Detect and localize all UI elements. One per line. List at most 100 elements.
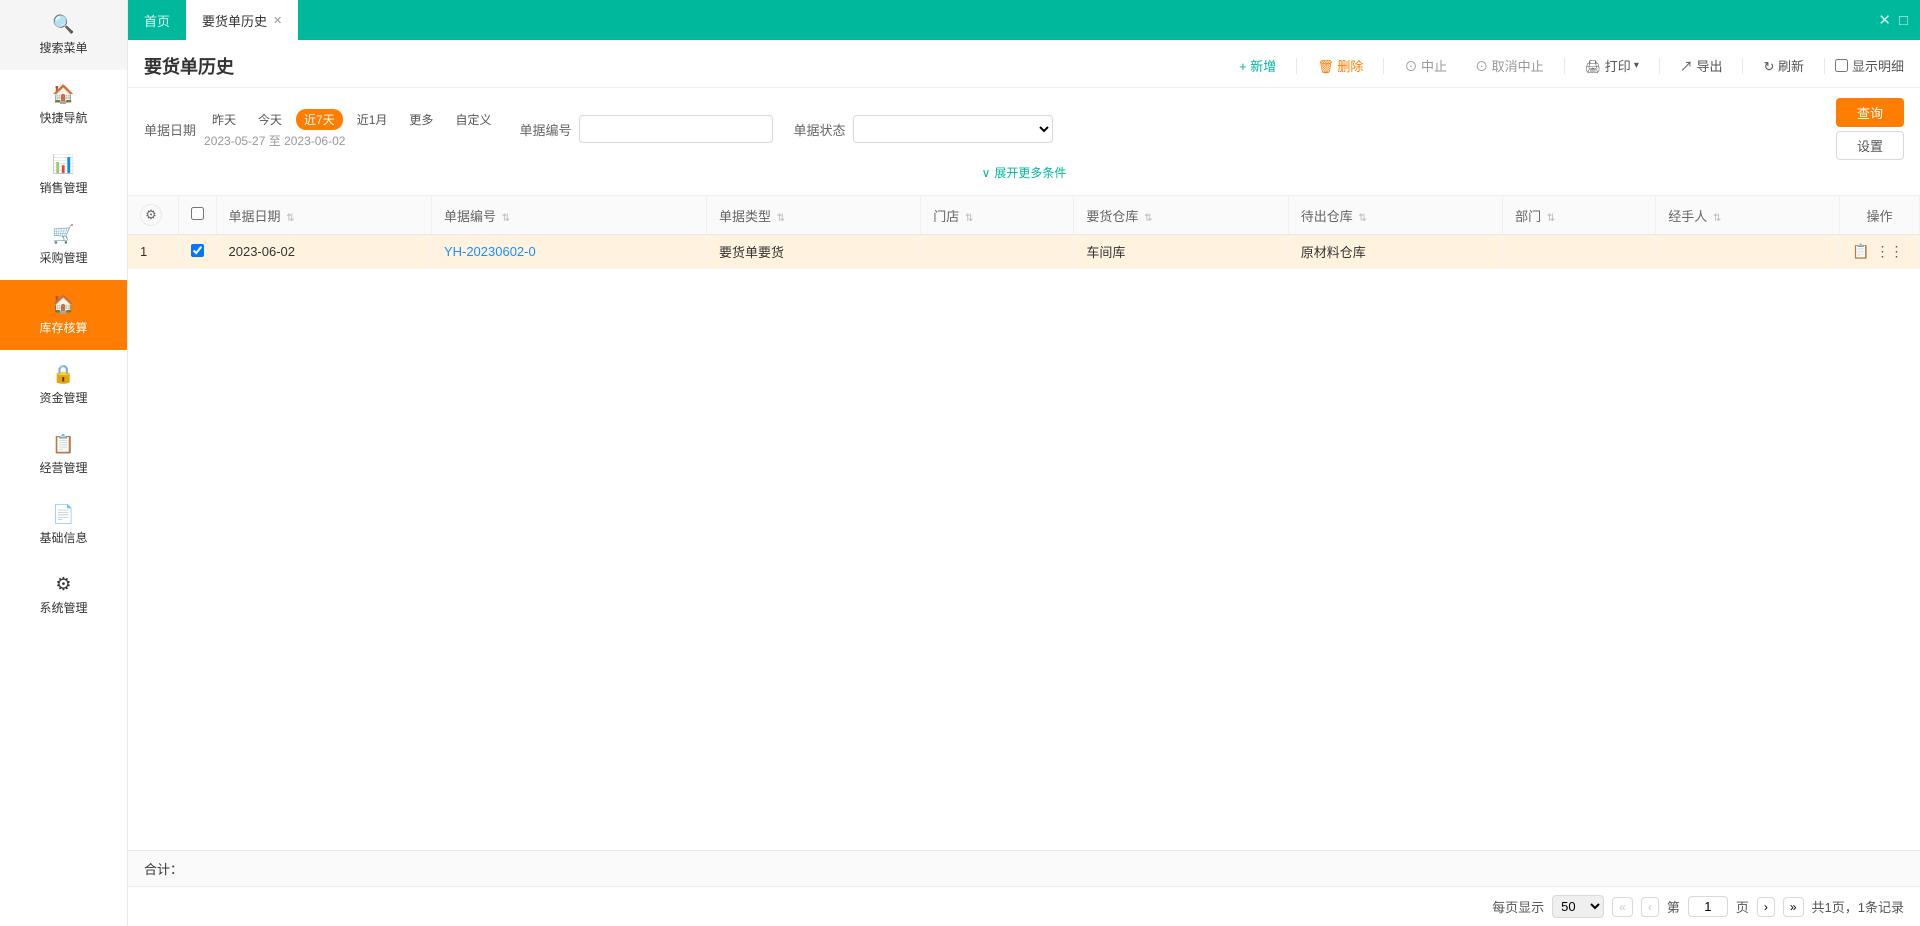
sidebar-item-label: 经营管理 bbox=[39, 459, 87, 476]
filter-actions: 查询 设置 bbox=[1836, 98, 1904, 160]
export-button[interactable]: ↗ 导出 bbox=[1670, 52, 1733, 79]
cancel-stop-button[interactable]: ⊙ 取消中止 bbox=[1465, 52, 1554, 79]
sort-icon[interactable]: ⇅ bbox=[502, 213, 510, 224]
row-actions: 📋 ⋮⋮ bbox=[1840, 235, 1920, 269]
toolbar: + 新增 🗑 删除 ⊙ 中止 ⊙ 取消中止 🖨 打印 ▾ ↗ 导出 ↻ 刷新 bbox=[1229, 52, 1904, 79]
bill-no-input[interactable] bbox=[579, 115, 773, 143]
table-row: 1 2023-06-02 YH-20230602-0 要货单要货 车间库 原材料… bbox=[128, 235, 1920, 269]
sidebar-item-purchase[interactable]: 🛒 采购管理 bbox=[0, 210, 127, 280]
inventory-icon: 🏠 bbox=[52, 294, 74, 315]
sidebar-item-system[interactable]: ⚙ 系统管理 bbox=[0, 560, 127, 630]
quick-nav-icon: 🏠 bbox=[52, 84, 74, 105]
page-size-select[interactable]: 50 20 100 bbox=[1552, 895, 1604, 918]
main-area: 首页 要货单历史 ✕ ✕ □ 要货单历史 + 新增 🗑 删除 ⊙ 中止 ⊙ 取消… bbox=[128, 0, 1920, 926]
date-option-7days[interactable]: 近7天 bbox=[296, 109, 343, 130]
sidebar-item-sales[interactable]: 📊 销售管理 bbox=[0, 140, 127, 210]
purchase-icon: 🛒 bbox=[52, 224, 74, 245]
divider bbox=[1742, 58, 1743, 74]
sidebar-item-label: 快捷导航 bbox=[39, 109, 87, 126]
row-date: 2023-06-02 bbox=[216, 235, 431, 269]
divider bbox=[1659, 58, 1660, 74]
status-label: 单据状态 bbox=[793, 120, 845, 139]
print-button[interactable]: 🖨 打印 ▾ bbox=[1575, 52, 1649, 79]
delete-button[interactable]: 🗑 删除 bbox=[1307, 52, 1373, 79]
col-handler: 经手人 ⇅ bbox=[1656, 196, 1840, 235]
row-checkbox[interactable] bbox=[191, 244, 204, 257]
sort-icon[interactable]: ⇅ bbox=[965, 213, 973, 224]
expand-more[interactable]: ∨ 展开更多条件 bbox=[144, 160, 1904, 185]
tab-requisition-history[interactable]: 要货单历史 ✕ bbox=[186, 0, 298, 40]
bill-no-link[interactable]: YH-20230602-0 bbox=[444, 244, 536, 259]
top-nav-right: ✕ □ bbox=[1878, 11, 1920, 29]
row-bill-no: YH-20230602-0 bbox=[431, 235, 706, 269]
col-dept: 部门 ⇅ bbox=[1503, 196, 1656, 235]
basic-info-icon: 📄 bbox=[52, 504, 74, 525]
page-header: 要货单历史 + 新增 🗑 删除 ⊙ 中止 ⊙ 取消中止 🖨 打印 ▾ ↗ 导出 … bbox=[128, 40, 1920, 88]
top-nav: 首页 要货单历史 ✕ ✕ □ bbox=[128, 0, 1920, 40]
summary-label: 合计： bbox=[144, 859, 183, 878]
filter-bill-no-group: 单据编号 bbox=[519, 115, 773, 143]
divider bbox=[1296, 58, 1297, 74]
sidebar-item-label: 采购管理 bbox=[39, 249, 87, 266]
table-container: ⚙ 单据日期 ⇅ 单据编号 ⇅ bbox=[128, 196, 1920, 850]
select-all-checkbox[interactable] bbox=[191, 207, 204, 220]
row-edit-icon[interactable]: 📋 bbox=[1852, 243, 1869, 260]
sidebar-item-basic-info[interactable]: 📄 基础信息 bbox=[0, 490, 127, 560]
display-detail-checkbox[interactable] bbox=[1835, 59, 1848, 72]
sidebar-item-label: 库存核算 bbox=[39, 319, 87, 336]
sidebar-item-finance[interactable]: 🔒 资金管理 bbox=[0, 350, 127, 420]
col-num: ⚙ bbox=[128, 196, 178, 235]
finance-icon: 🔒 bbox=[52, 364, 74, 385]
sort-icon[interactable]: ⇅ bbox=[777, 213, 785, 224]
next-page-btn[interactable]: › bbox=[1757, 897, 1775, 917]
col-ops: 操作 bbox=[1840, 196, 1920, 235]
first-page-btn[interactable]: « bbox=[1612, 897, 1633, 917]
divider bbox=[1383, 58, 1384, 74]
nav-maximize-btn[interactable]: □ bbox=[1899, 12, 1908, 29]
page-number-input[interactable] bbox=[1688, 896, 1728, 917]
row-more-icon[interactable]: ⋮⋮ bbox=[1875, 243, 1903, 260]
status-select[interactable] bbox=[853, 115, 1053, 143]
sidebar-item-operations[interactable]: 📋 经营管理 bbox=[0, 420, 127, 490]
prev-page-btn[interactable]: ‹ bbox=[1641, 897, 1659, 917]
display-detail-label[interactable]: 显示明细 bbox=[1835, 56, 1904, 75]
row-store bbox=[921, 235, 1074, 269]
tab-home[interactable]: 首页 bbox=[128, 0, 186, 40]
col-date: 单据日期 ⇅ bbox=[216, 196, 431, 235]
settings-button[interactable]: 设置 bbox=[1836, 131, 1904, 160]
date-option-custom[interactable]: 自定义 bbox=[447, 109, 499, 130]
row-pending-warehouse: 原材料仓库 bbox=[1288, 235, 1502, 269]
sort-icon[interactable]: ⇅ bbox=[1547, 213, 1555, 224]
new-button[interactable]: + 新增 bbox=[1229, 52, 1286, 79]
row-req-warehouse: 车间库 bbox=[1074, 235, 1288, 269]
sidebar-item-inventory[interactable]: 🏠 库存核算 bbox=[0, 280, 127, 350]
column-settings-icon[interactable]: ⚙ bbox=[140, 204, 162, 226]
date-option-today[interactable]: 今天 bbox=[250, 109, 290, 130]
sidebar-item-label: 系统管理 bbox=[39, 599, 87, 616]
sort-icon[interactable]: ⇅ bbox=[1713, 213, 1721, 224]
last-page-btn[interactable]: » bbox=[1783, 897, 1804, 917]
sidebar-item-label: 资金管理 bbox=[39, 389, 87, 406]
col-bill-no: 单据编号 ⇅ bbox=[431, 196, 706, 235]
col-store: 门店 ⇅ bbox=[921, 196, 1074, 235]
sort-icon[interactable]: ⇅ bbox=[1144, 213, 1152, 224]
pagination-area: 每页显示 50 20 100 « ‹ 第 页 › » 共1页，1条记录 bbox=[128, 886, 1920, 926]
sort-icon[interactable]: ⇅ bbox=[286, 213, 294, 224]
row-handler bbox=[1656, 235, 1840, 269]
sidebar-item-quick-nav[interactable]: 🏠 快捷导航 bbox=[0, 70, 127, 140]
total-records-label: 共1页，1条记录 bbox=[1812, 897, 1904, 916]
stop-button[interactable]: ⊙ 中止 bbox=[1394, 52, 1457, 79]
query-button[interactable]: 查询 bbox=[1836, 98, 1904, 127]
sidebar: 🔍 搜索菜单 🏠 快捷导航 📊 销售管理 🛒 采购管理 🏠 库存核算 🔒 资金管… bbox=[0, 0, 128, 926]
search-menu-icon: 🔍 bbox=[52, 14, 74, 35]
date-option-more[interactable]: 更多 bbox=[401, 109, 441, 130]
sort-icon[interactable]: ⇅ bbox=[1358, 213, 1366, 224]
table-footer: 合计： bbox=[128, 850, 1920, 886]
refresh-button[interactable]: ↻ 刷新 bbox=[1753, 52, 1814, 79]
tab-close-icon[interactable]: ✕ bbox=[273, 14, 282, 27]
date-option-1month[interactable]: 近1月 bbox=[349, 109, 396, 130]
sidebar-item-search-menu[interactable]: 🔍 搜索菜单 bbox=[0, 0, 127, 70]
nav-close-btn[interactable]: ✕ bbox=[1878, 11, 1891, 29]
date-option-yesterday[interactable]: 昨天 bbox=[204, 109, 244, 130]
date-range-display: 2023-05-27 至 2023-06-02 bbox=[204, 132, 499, 149]
